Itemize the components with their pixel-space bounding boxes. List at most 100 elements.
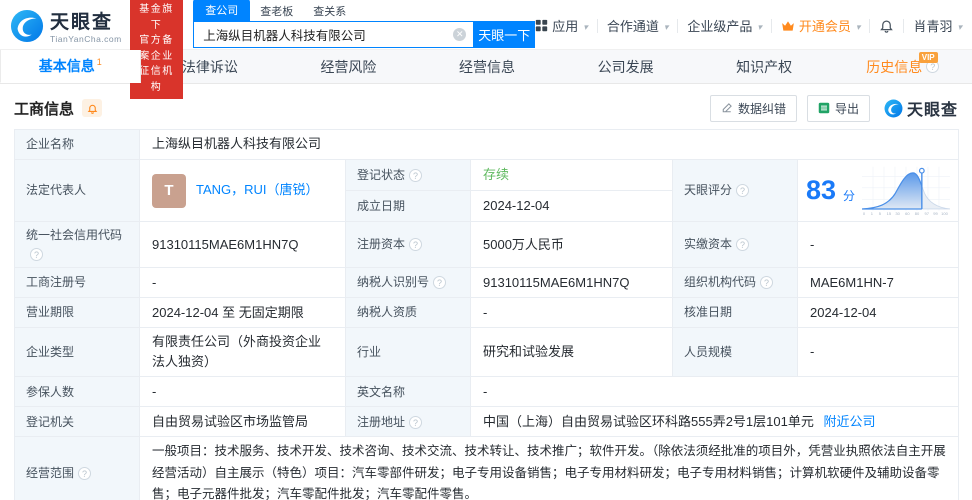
certification-line1: 国家中小企业发展子基金旗下 <box>139 0 175 33</box>
field-label: 登记机关 <box>15 407 140 437</box>
tianyancha-watermark-icon <box>884 99 903 118</box>
divider <box>869 19 870 33</box>
field-label: 工商注册号 <box>15 268 140 298</box>
field-label: 组织机构代码 <box>673 268 798 298</box>
watermark-text: 天眼查 <box>907 96 958 120</box>
tab-intellectual-property[interactable]: 知识产权 <box>695 50 834 83</box>
search-button[interactable]: 天眼一下 <box>473 21 535 48</box>
export-label: 导出 <box>835 100 859 117</box>
nav-partner-label: 合作通道 <box>607 16 659 35</box>
tab-basic-info-label: 基本信息 <box>39 56 95 76</box>
divider <box>903 19 904 33</box>
company-tabbar: 基本信息 1 法律诉讼 经营风险 经营信息 公司发展 知识产权 VIP 历史信息 <box>0 50 972 84</box>
help-icon[interactable] <box>409 416 422 429</box>
section-title: 工商信息 <box>14 98 74 119</box>
help-icon[interactable] <box>409 169 422 182</box>
export-button[interactable]: 导出 <box>807 95 870 122</box>
establish-date-value: 2024-12-04 <box>471 191 673 222</box>
company-type-value: 有限责任公司（外商投资企业法人独资） <box>140 328 346 377</box>
help-icon[interactable] <box>433 276 446 289</box>
field-label: 实缴资本 <box>673 222 798 268</box>
svg-text:97: 97 <box>925 211 930 216</box>
field-label: 企业类型 <box>15 328 140 377</box>
table-row: 登记机关 自由贸易试验区市场监管局 注册地址 中国（上海）自由贸易试验区环科路5… <box>15 407 959 437</box>
nav-membership-label: 开通会员 <box>799 16 851 35</box>
field-label: 经营范围 <box>15 437 140 500</box>
score-axis-labels: 01 515 3060 8097 99100 <box>863 211 949 216</box>
help-icon[interactable] <box>30 248 43 261</box>
tab-history-info[interactable]: VIP 历史信息 <box>833 50 972 83</box>
english-name-value: - <box>471 377 959 407</box>
tianyancha-logo[interactable]: 天眼查 TianYanCha.com <box>10 7 122 44</box>
search-tab-boss[interactable]: 查老板 <box>250 1 303 21</box>
tab-development-label: 公司发展 <box>598 57 654 77</box>
registration-number-value: - <box>140 268 346 298</box>
approval-date-value: 2024-12-04 <box>798 298 959 328</box>
tab-legal-proceedings[interactable]: 法律诉讼 <box>141 50 280 83</box>
help-icon[interactable] <box>736 184 749 197</box>
field-label: 纳税人识别号 <box>346 268 471 298</box>
svg-text:60: 60 <box>905 211 910 216</box>
tab-business-info[interactable]: 经营信息 <box>418 50 557 83</box>
vip-badge: VIP <box>919 52 938 63</box>
help-icon[interactable] <box>409 238 422 251</box>
search-tab-relation[interactable]: 查关系 <box>303 1 356 21</box>
field-label: 法定代表人 <box>15 160 140 222</box>
notification-button[interactable] <box>879 18 894 33</box>
nav-open-membership[interactable]: 开通会员 <box>781 16 861 35</box>
help-icon[interactable] <box>736 238 749 251</box>
field-label: 天眼评分 <box>673 160 798 222</box>
divider <box>597 19 598 33</box>
tab-company-development[interactable]: 公司发展 <box>556 50 695 83</box>
field-label: 人员规模 <box>673 328 798 377</box>
chevron-down-icon <box>956 18 962 33</box>
user-menu[interactable]: 肖青羽 <box>913 16 962 35</box>
header-nav: 应用 合作通道 企业级产品 开通会员 肖青羽 <box>535 16 962 35</box>
data-correction-button[interactable]: 数据纠错 <box>710 95 797 122</box>
nearby-company-link[interactable]: 附近公司 <box>823 414 875 429</box>
logo-brand-text: 天眼查 <box>50 7 122 34</box>
avatar[interactable]: T <box>152 174 186 208</box>
crown-icon <box>781 20 795 32</box>
score-value: 83 <box>806 177 836 204</box>
top-header: 天眼查 TianYanCha.com 国家中小企业发展子基金旗下 官方备案企业征… <box>0 0 972 50</box>
staff-size-value: - <box>798 328 959 377</box>
field-label: 注册地址 <box>346 407 471 437</box>
field-label: 成立日期 <box>346 191 471 222</box>
field-label: 英文名称 <box>346 377 471 407</box>
help-icon[interactable] <box>78 467 91 480</box>
table-row: 工商注册号 - 纳税人识别号 91310115MAE6M1HN7Q 组织机构代码… <box>15 268 959 298</box>
tab-risk-label: 经营风险 <box>320 57 376 77</box>
svg-text:5: 5 <box>879 211 882 216</box>
tab-operational-risk[interactable]: 经营风险 <box>279 50 418 83</box>
search-tab-company[interactable]: 查公司 <box>193 0 250 21</box>
username-label: 肖青羽 <box>913 16 952 35</box>
paid-capital-value: - <box>798 222 959 268</box>
nav-apps-label: 应用 <box>552 16 578 35</box>
search-input[interactable] <box>193 21 473 48</box>
svg-text:15: 15 <box>887 211 892 216</box>
registration-status-value: 存续 <box>471 160 673 191</box>
registered-capital-value: 5000万人民币 <box>471 222 673 268</box>
tab-basic-info[interactable]: 基本信息 1 <box>0 50 141 83</box>
legal-rep-link[interactable]: TANG，RUI（唐锐） <box>196 180 319 200</box>
credit-code-value: 91310115MAE6M1HN7Q <box>140 222 346 268</box>
logo-domain-text: TianYanCha.com <box>50 34 122 44</box>
divider <box>677 19 678 33</box>
field-label: 参保人数 <box>15 377 140 407</box>
monitor-bell-icon[interactable] <box>82 99 102 117</box>
table-row: 企业名称 上海纵目机器人科技有限公司 <box>15 130 959 160</box>
nav-partner-channel[interactable]: 合作通道 <box>607 16 669 35</box>
watermark-logo: 天眼查 <box>884 96 958 120</box>
tab-legal-label: 法律诉讼 <box>182 57 238 77</box>
table-row: 法定代表人 T TANG，RUI（唐锐） 登记状态 存续 天眼评分 83 分 <box>15 160 959 191</box>
industry-value: 研究和试验发展 <box>471 328 673 377</box>
business-term-value: 2024-12-04 至 无固定期限 <box>140 298 346 328</box>
taxpayer-qualification-value: - <box>471 298 673 328</box>
help-icon[interactable] <box>760 276 773 289</box>
org-code-value: MAE6M1HN-7 <box>798 268 959 298</box>
nav-apps[interactable]: 应用 <box>535 16 588 35</box>
nav-enterprise-products[interactable]: 企业级产品 <box>687 16 762 35</box>
chevron-down-icon <box>756 18 762 33</box>
business-scope-value: 一般项目：技术服务、技术开发、技术咨询、技术交流、技术转让、技术推广；软件开发。… <box>140 437 959 500</box>
